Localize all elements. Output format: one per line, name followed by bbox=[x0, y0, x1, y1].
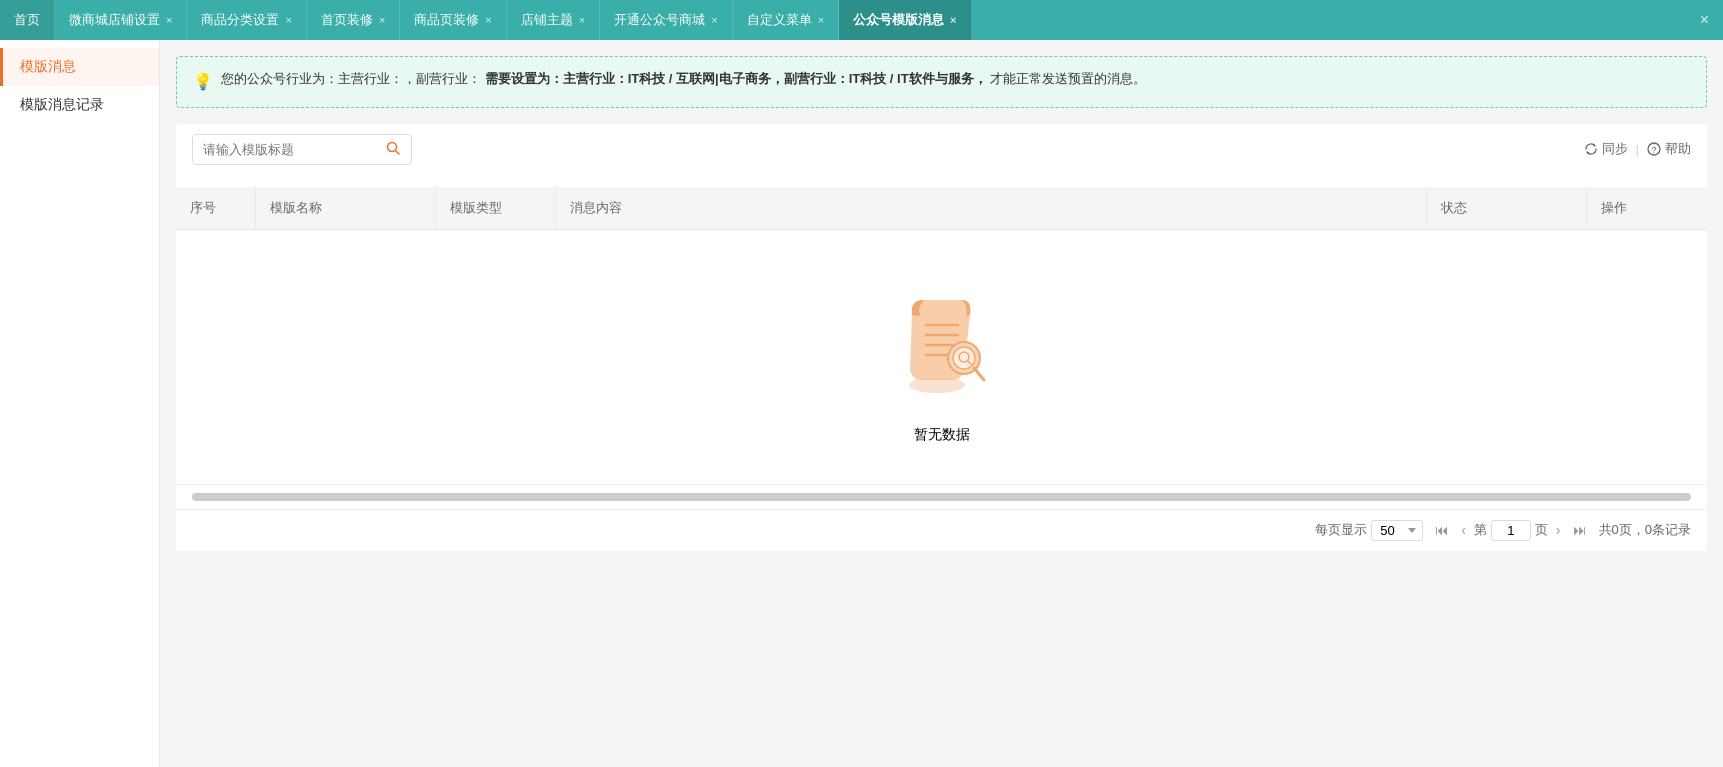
col-status: 状态 bbox=[1427, 187, 1587, 229]
first-page-button[interactable]: ⏮ bbox=[1431, 520, 1453, 540]
search-input[interactable] bbox=[193, 136, 378, 163]
search-button[interactable] bbox=[378, 135, 408, 164]
scrollbar-area bbox=[176, 484, 1707, 509]
page-nav: ⏮ ‹ 第 页 › ⏭ bbox=[1431, 520, 1590, 541]
main-content: 💡 您的公众号行业为：主营行业：，副营行业： 需要设置为：主营行业：IT科技 /… bbox=[160, 40, 1723, 767]
tab-home-decor[interactable]: 首页装修 × bbox=[307, 0, 400, 40]
sync-icon bbox=[1584, 142, 1598, 156]
notice-highlight: 需要设置为：主营行业：IT科技 / 互联网|电子商务，副营行业：IT科技 / I… bbox=[485, 71, 987, 86]
close-tab-category-settings[interactable]: × bbox=[285, 14, 291, 26]
close-tab-home-decor[interactable]: × bbox=[379, 14, 385, 26]
col-name: 模版名称 bbox=[256, 187, 436, 229]
search-input-wrap bbox=[192, 134, 412, 165]
svg-line-11 bbox=[974, 368, 984, 380]
close-tab-template-msg[interactable]: × bbox=[950, 14, 956, 26]
tab-shop-settings[interactable]: 微商城店铺设置 × bbox=[55, 0, 187, 40]
last-page-button[interactable]: ⏭ bbox=[1569, 520, 1591, 540]
close-tab-shop-settings[interactable]: × bbox=[166, 14, 172, 26]
close-all-button[interactable]: × bbox=[1686, 11, 1723, 29]
col-type: 模版类型 bbox=[436, 187, 556, 229]
sync-button[interactable]: 同步 bbox=[1584, 140, 1628, 158]
main-layout: 模版消息 模版消息记录 💡 您的公众号行业为：主营行业：，副营行业： 需要设置为… bbox=[0, 40, 1723, 767]
tab-product-decor[interactable]: 商品页装修 × bbox=[400, 0, 506, 40]
tab-shop-theme[interactable]: 店铺主题 × bbox=[507, 0, 600, 40]
sidebar-item-template-message-log[interactable]: 模版消息记录 bbox=[0, 86, 159, 124]
page-input[interactable] bbox=[1491, 520, 1531, 541]
empty-svg bbox=[882, 290, 1002, 410]
prev-page-button[interactable]: ‹ bbox=[1457, 520, 1470, 540]
page-size-select: 每页显示 50 10 20 100 bbox=[1315, 520, 1423, 541]
total-label: 共0页，0条记录 bbox=[1599, 521, 1691, 539]
top-nav: 首页 微商城店铺设置 × 商品分类设置 × 首页装修 × 商品页装修 × 店铺主… bbox=[0, 0, 1723, 40]
horizontal-scrollbar[interactable] bbox=[192, 493, 1691, 501]
search-bar: 同步 | ? 帮助 bbox=[176, 124, 1707, 175]
table-header: 序号 模版名称 模版类型 消息内容 状态 操作 bbox=[176, 187, 1707, 230]
svg-point-10 bbox=[953, 347, 975, 369]
notice-icon: 💡 bbox=[193, 69, 213, 95]
col-index: 序号 bbox=[176, 187, 256, 229]
tab-custom-menu[interactable]: 自定义菜单 × bbox=[733, 0, 839, 40]
col-content: 消息内容 bbox=[556, 187, 1427, 229]
tab-template-msg[interactable]: 公众号模版消息 × bbox=[839, 0, 971, 40]
notice-banner: 💡 您的公众号行业为：主营行业：，副营行业： 需要设置为：主营行业：IT科技 /… bbox=[176, 56, 1707, 108]
col-action: 操作 bbox=[1587, 187, 1707, 229]
tab-home[interactable]: 首页 bbox=[0, 0, 55, 40]
tab-category-settings[interactable]: 商品分类设置 × bbox=[187, 0, 306, 40]
close-tab-shop-theme[interactable]: × bbox=[579, 14, 585, 26]
divider: | bbox=[1636, 142, 1639, 157]
table-container: 同步 | ? 帮助 序号 模版名称 模版类型 消息内容 bbox=[176, 124, 1707, 551]
help-icon: ? bbox=[1647, 142, 1661, 156]
empty-illustration bbox=[882, 290, 1002, 410]
next-page-button[interactable]: › bbox=[1552, 520, 1565, 540]
per-page-select[interactable]: 50 10 20 100 bbox=[1371, 520, 1423, 541]
search-icon bbox=[386, 141, 400, 155]
svg-text:?: ? bbox=[1651, 145, 1656, 155]
empty-state: 暂无数据 bbox=[176, 230, 1707, 484]
sidebar-item-template-message[interactable]: 模版消息 bbox=[0, 48, 159, 86]
close-tab-custom-menu[interactable]: × bbox=[818, 14, 824, 26]
empty-text: 暂无数据 bbox=[914, 426, 970, 444]
close-tab-open-mall[interactable]: × bbox=[711, 14, 717, 26]
sidebar: 模版消息 模版消息记录 bbox=[0, 40, 160, 767]
search-actions: 同步 | ? 帮助 bbox=[1584, 140, 1691, 158]
pagination: 每页显示 50 10 20 100 ⏮ ‹ 第 页 › ⏭ bbox=[176, 509, 1707, 551]
tab-open-mall[interactable]: 开通公众号商城 × bbox=[600, 0, 732, 40]
close-tab-product-decor[interactable]: × bbox=[485, 14, 491, 26]
svg-line-1 bbox=[396, 150, 400, 154]
help-button[interactable]: ? 帮助 bbox=[1647, 140, 1691, 158]
